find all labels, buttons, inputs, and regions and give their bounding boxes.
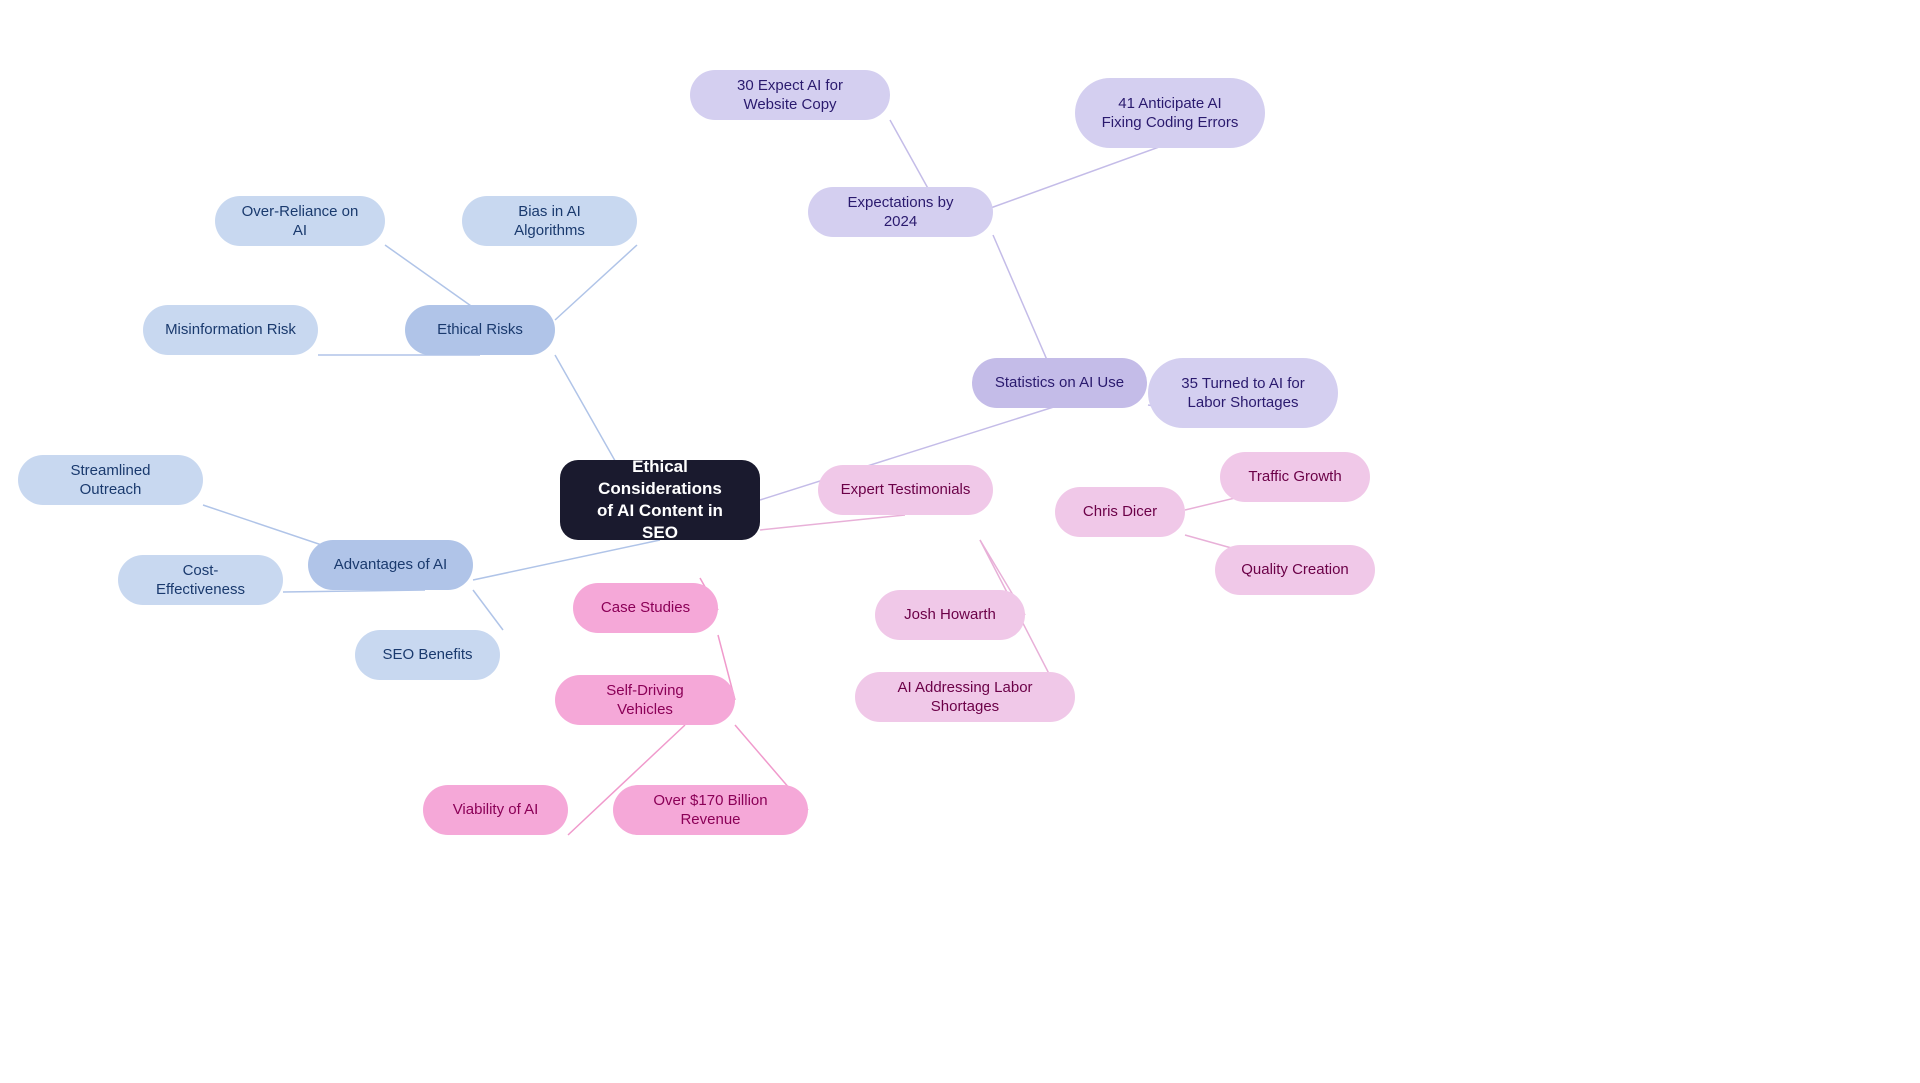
revenue-label: Over $170 Billion Revenue <box>635 791 786 830</box>
expert-testimonials-label: Expert Testimonials <box>841 480 971 500</box>
traffic-growth-node[interactable]: Traffic Growth <box>1220 452 1370 502</box>
seo-benefits-label: SEO Benefits <box>382 645 472 665</box>
self-driving-label: Self-Driving Vehicles <box>577 681 713 720</box>
josh-howarth-node[interactable]: Josh Howarth <box>875 590 1025 640</box>
ethical-risks-label: Ethical Risks <box>437 320 523 340</box>
chris-dicer-label: Chris Dicer <box>1083 502 1157 522</box>
viability-label: Viability of AI <box>453 800 539 820</box>
case-studies-node[interactable]: Case Studies <box>573 583 718 633</box>
over-reliance-node[interactable]: Over-Reliance on AI <box>215 196 385 246</box>
self-driving-node[interactable]: Self-Driving Vehicles <box>555 675 735 725</box>
viability-node[interactable]: Viability of AI <box>423 785 568 835</box>
ai-addressing-label: AI Addressing Labor Shortages <box>877 678 1053 717</box>
cost-effectiveness-label: Cost-Effectiveness <box>140 561 261 600</box>
labor-shortages-label: 35 Turned to AI for Labor Shortages <box>1170 374 1316 413</box>
center-node[interactable]: Ethical Considerations of AI Content in … <box>560 460 760 540</box>
misinformation-label: Misinformation Risk <box>165 320 296 340</box>
center-label: Ethical Considerations of AI Content in … <box>592 456 728 544</box>
misinformation-node[interactable]: Misinformation Risk <box>143 305 318 355</box>
streamlined-node[interactable]: Streamlined Outreach <box>18 455 203 505</box>
josh-howarth-label: Josh Howarth <box>904 605 996 625</box>
traffic-growth-label: Traffic Growth <box>1248 467 1341 487</box>
coding-errors-label: 41 Anticipate AI Fixing Coding Errors <box>1097 94 1243 133</box>
expectations-label: Expectations by 2024 <box>830 193 971 232</box>
statistics-label: Statistics on AI Use <box>995 373 1124 393</box>
ai-addressing-node[interactable]: AI Addressing Labor Shortages <box>855 672 1075 722</box>
expert-testimonials-node[interactable]: Expert Testimonials <box>818 465 993 515</box>
advantages-label: Advantages of AI <box>334 555 447 575</box>
seo-benefits-node[interactable]: SEO Benefits <box>355 630 500 680</box>
cost-effectiveness-node[interactable]: Cost-Effectiveness <box>118 555 283 605</box>
website-copy-label: 30 Expect AI for Website Copy <box>712 76 868 115</box>
quality-creation-label: Quality Creation <box>1241 560 1349 580</box>
expectations-node[interactable]: Expectations by 2024 <box>808 187 993 237</box>
bias-node[interactable]: Bias in AI Algorithms <box>462 196 637 246</box>
statistics-node[interactable]: Statistics on AI Use <box>972 358 1147 408</box>
labor-shortages-node[interactable]: 35 Turned to AI for Labor Shortages <box>1148 358 1338 428</box>
coding-errors-node[interactable]: 41 Anticipate AI Fixing Coding Errors <box>1075 78 1265 148</box>
advantages-node[interactable]: Advantages of AI <box>308 540 473 590</box>
streamlined-label: Streamlined Outreach <box>40 461 181 500</box>
revenue-node[interactable]: Over $170 Billion Revenue <box>613 785 808 835</box>
over-reliance-label: Over-Reliance on AI <box>237 202 363 241</box>
chris-dicer-node[interactable]: Chris Dicer <box>1055 487 1185 537</box>
bias-label: Bias in AI Algorithms <box>484 202 615 241</box>
case-studies-label: Case Studies <box>601 598 690 618</box>
website-copy-node[interactable]: 30 Expect AI for Website Copy <box>690 70 890 120</box>
ethical-risks-node[interactable]: Ethical Risks <box>405 305 555 355</box>
quality-creation-node[interactable]: Quality Creation <box>1215 545 1375 595</box>
